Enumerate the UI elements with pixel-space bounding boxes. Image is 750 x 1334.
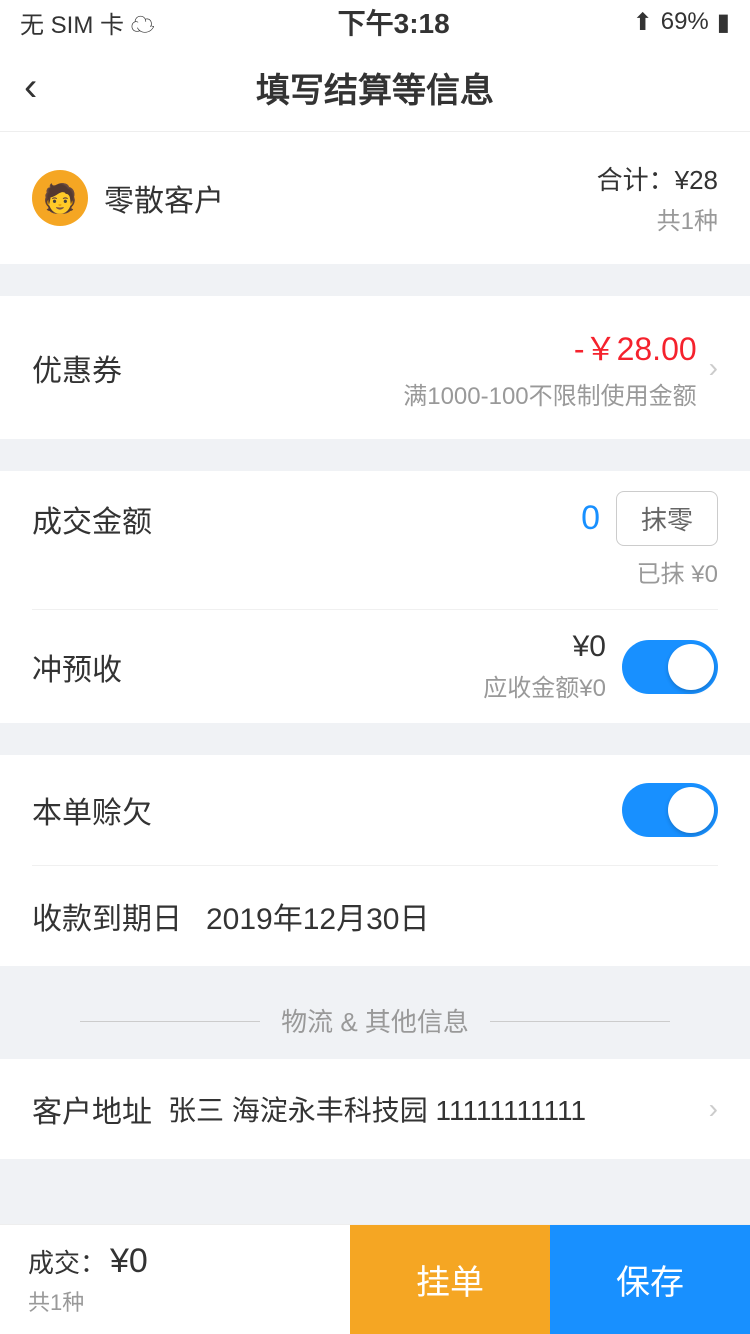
save-button[interactable]: 保存 (550, 1225, 750, 1334)
credit-toggle[interactable] (622, 783, 718, 837)
credit-toggle-knob (668, 787, 714, 833)
deal-row: 成交金额 0 抹零 已抹 ¥0 (0, 471, 750, 609)
address-chevron-icon: › (709, 1093, 718, 1125)
bottom-info: 成交： ¥0 共1种 (0, 1242, 350, 1317)
coupon-desc: 满1000-100不限制使用金额 (403, 376, 696, 411)
total-amount: 合计：¥28 (597, 160, 718, 197)
pre-right: ¥0 应收金额¥0 (483, 630, 718, 703)
battery-bar: ▮ (717, 8, 730, 37)
deal-sub: 已抹 ¥0 (32, 554, 718, 589)
page-title: 填写结算等信息 (256, 63, 494, 112)
customer-name: 零散客户 (104, 176, 224, 220)
pre-receive-toggle[interactable] (622, 640, 718, 694)
status-time: 下午3:18 (338, 2, 450, 42)
bottom-bar: 成交： ¥0 共1种 挂单 保存 (0, 1224, 750, 1334)
address-value: 张三 海淀永丰科技园 11111111111 (168, 1089, 709, 1129)
content: 🧑 零散客户 合计：¥28 共1种 优惠券 -￥28.00 满1000-100不… (0, 132, 750, 1295)
bottom-deal-row: 成交： ¥0 (28, 1242, 322, 1281)
pre-receive-label: 冲预收 (32, 645, 122, 689)
credit-row: 本单赊欠 (0, 755, 750, 865)
toggle-knob (668, 644, 714, 690)
due-date-label: 收款到期日 (32, 894, 182, 938)
deal-label: 成交金额 (32, 497, 152, 541)
avatar-icon: 🧑 (43, 182, 78, 215)
deal-card: 成交金额 0 抹零 已抹 ¥0 冲预收 ¥0 应收金额¥0 (0, 471, 750, 723)
status-bar: 无 SIM 卡 ☁ 下午3:18 ⬆ 69% ▮ (0, 0, 750, 44)
total-count: 共1种 (597, 201, 718, 236)
customer-card: 🧑 零散客户 合计：¥28 共1种 (0, 132, 750, 264)
pre-main-amount: ¥0 (483, 630, 606, 664)
status-right: ⬆ 69% ▮ (633, 8, 730, 37)
battery-level: 69% (661, 8, 709, 36)
customer-right: 合计：¥28 共1种 (597, 160, 718, 236)
battery-icon: ⬆ (633, 8, 653, 37)
coupon-amount: -￥28.00 (403, 324, 696, 370)
chevron-right-icon: › (709, 352, 718, 384)
customer-row: 🧑 零散客户 合计：¥28 共1种 (0, 132, 750, 264)
hang-order-button[interactable]: 挂单 (350, 1225, 550, 1334)
coupon-right: -￥28.00 满1000-100不限制使用金额 › (403, 324, 718, 411)
status-left: 无 SIM 卡 ☁ (20, 5, 155, 40)
avatar: 🧑 (32, 170, 88, 226)
coupon-row[interactable]: 优惠券 -￥28.00 满1000-100不限制使用金额 › (0, 296, 750, 439)
address-label: 客户地址 (32, 1087, 152, 1131)
bottom-deal-label: 成交： (28, 1243, 106, 1280)
address-card: 客户地址 张三 海淀永丰科技园 11111111111 › (0, 1059, 750, 1159)
coupon-right-col: -￥28.00 满1000-100不限制使用金额 (403, 324, 696, 411)
credit-card: 本单赊欠 收款到期日 2019年12月30日 (0, 755, 750, 966)
section-header-text: 物流 & 其他信息 (281, 1007, 469, 1037)
credit-label: 本单赊欠 (32, 788, 152, 832)
logistics-section-header: 物流 & 其他信息 (0, 982, 750, 1059)
deal-value[interactable]: 0 (581, 499, 600, 538)
nav-bar: ‹ 填写结算等信息 (0, 44, 750, 132)
pre-receive-row: 冲预收 ¥0 应收金额¥0 (0, 610, 750, 723)
sim-status: 无 SIM 卡 ☁ (20, 5, 155, 40)
round-zero-button[interactable]: 抹零 (616, 491, 718, 546)
coupon-label: 优惠券 (32, 346, 122, 390)
due-date-row: 收款到期日 2019年12月30日 (0, 866, 750, 966)
back-icon: ‹ (24, 65, 37, 109)
customer-left: 🧑 零散客户 (32, 170, 224, 226)
pre-amounts: ¥0 应收金额¥0 (483, 630, 606, 703)
bottom-deal-value: ¥0 (110, 1242, 148, 1281)
pre-sub-amount: 应收金额¥0 (483, 668, 606, 703)
coupon-card: 优惠券 -￥28.00 满1000-100不限制使用金额 › (0, 296, 750, 439)
back-button[interactable]: ‹ (24, 65, 37, 110)
due-date-value: 2019年12月30日 (206, 894, 429, 938)
bottom-count: 共1种 (28, 1285, 322, 1317)
deal-top: 成交金额 0 抹零 (32, 491, 718, 546)
address-row[interactable]: 客户地址 张三 海淀永丰科技园 11111111111 › (0, 1059, 750, 1159)
